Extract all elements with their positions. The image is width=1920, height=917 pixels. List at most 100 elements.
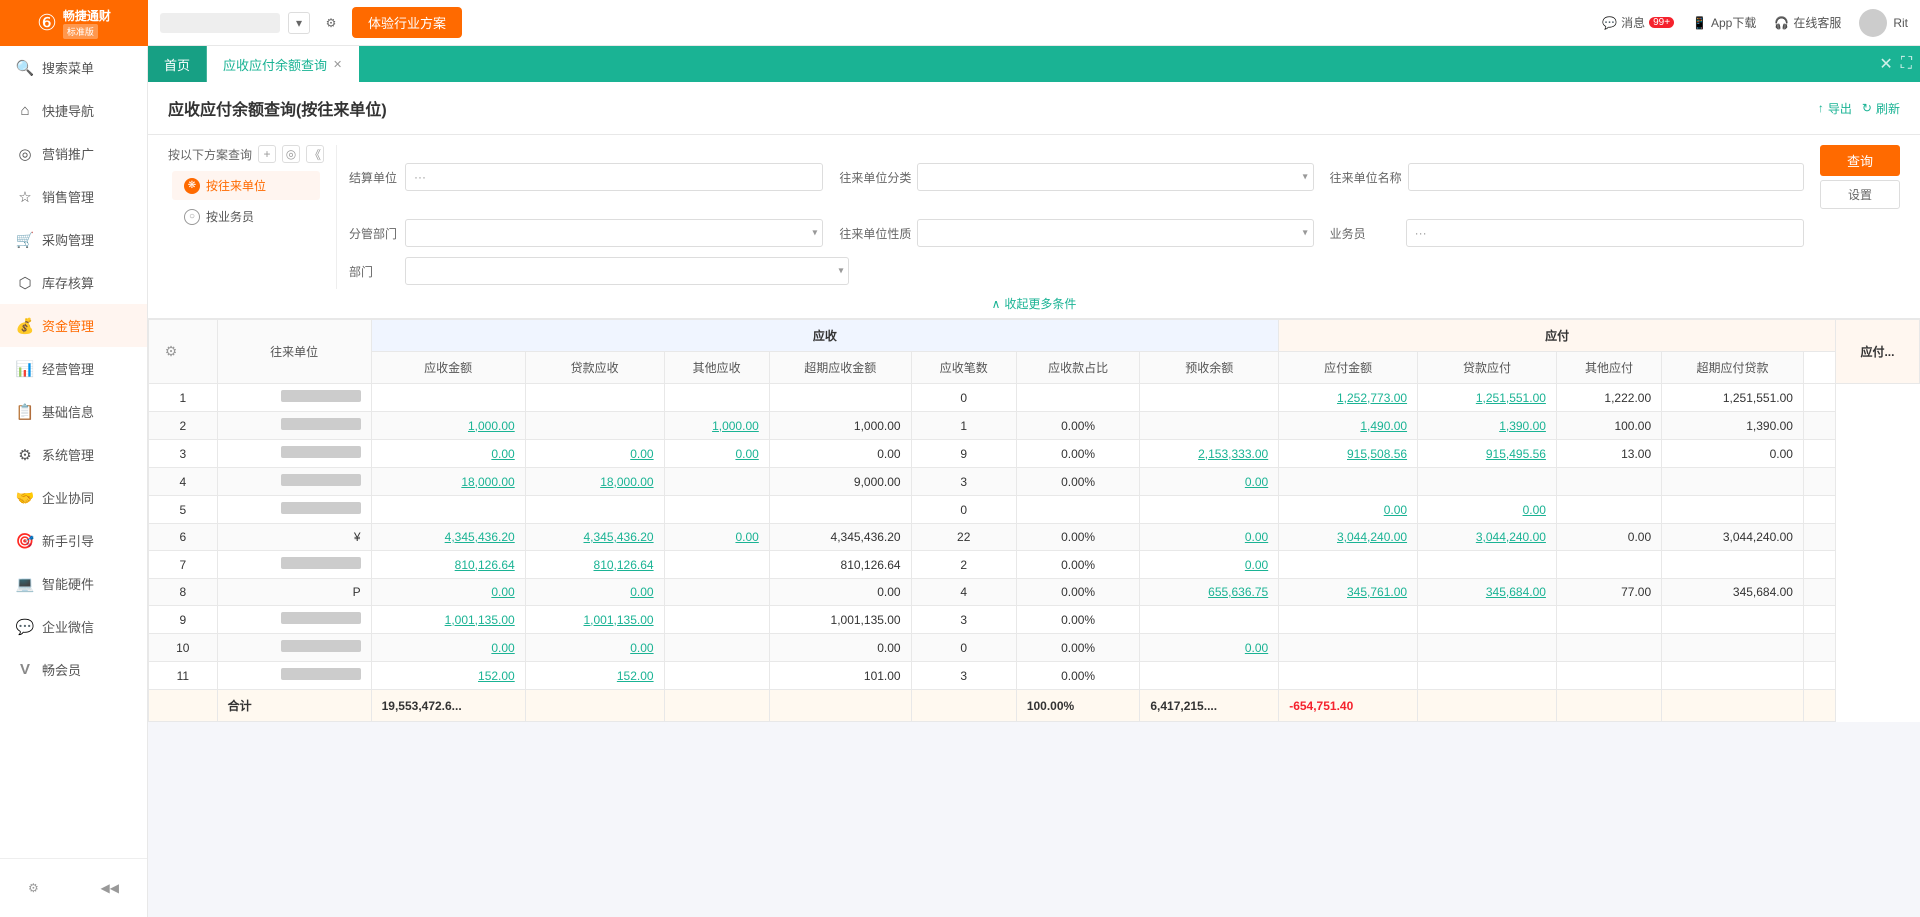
sidebar-item-finance[interactable]: 💰 资金管理: [0, 304, 147, 347]
sidebar-label-guide: 新手引导: [42, 531, 94, 550]
trial-btn[interactable]: 体验行业方案: [352, 7, 462, 38]
department-wrapper: ▾: [405, 257, 849, 285]
tab-close-icon[interactable]: ✕: [333, 58, 342, 71]
transaction-name-label: 往来单位名称: [1330, 169, 1402, 186]
sidebar-item-sales[interactable]: ☆ 销售管理: [0, 175, 147, 218]
tab-home[interactable]: 首页: [148, 46, 207, 82]
footer-recv-other: [664, 690, 769, 722]
settlement-unit-input[interactable]: ···: [405, 163, 823, 191]
collapse-bar[interactable]: ∧ 收起更多条件: [168, 289, 1900, 314]
sidebar-item-marketing[interactable]: ◎ 营销推广: [0, 132, 147, 175]
page-actions: ↑ 导出 ↻ 刷新: [1818, 100, 1900, 131]
user-area[interactable]: Rit: [1859, 9, 1908, 37]
table-settings-icon[interactable]: ⚙: [159, 340, 183, 364]
collab-icon: 🤝: [16, 489, 34, 507]
col-payable-group-header: 应付: [1279, 320, 1836, 352]
partner-cell: [217, 496, 371, 524]
breadcrumb-dropdown[interactable]: ▾: [288, 12, 310, 34]
division-field: 分管部门 ▾: [349, 219, 823, 247]
setting-btn[interactable]: 设置: [1820, 180, 1900, 209]
edit-scheme-btn[interactable]: ◎: [282, 145, 300, 163]
table-footer-row: 合计 19,553,472.6... 100.00% 6,417,215....…: [149, 690, 1920, 722]
system-icon: ⚙: [16, 446, 34, 464]
col-partner-header: 往来单位: [217, 320, 371, 384]
transaction-name-input[interactable]: [1408, 163, 1804, 191]
sidebar-item-purchase[interactable]: 🛒 采购管理: [0, 218, 147, 261]
partner-cell: [217, 606, 371, 634]
collapse-icon: ∧: [992, 297, 1001, 311]
col-recv-loan: 贷款应收: [525, 352, 664, 384]
transaction-category-select[interactable]: [917, 163, 1313, 191]
col-recv-overdue: 超期应收金额: [769, 352, 911, 384]
more-scheme-btn[interactable]: 《: [306, 145, 324, 163]
tab-balance-query[interactable]: 应收应付余额查询 ✕: [207, 46, 359, 82]
guide-icon: 🎯: [16, 532, 34, 550]
sidebar-label-operation: 经营管理: [42, 359, 94, 378]
add-scheme-btn[interactable]: +: [258, 145, 276, 163]
salesperson-input[interactable]: ···: [1406, 219, 1804, 247]
division-select[interactable]: [405, 219, 823, 247]
table-row: 30.000.000.000.0090.00%2,153,333.00915,5…: [149, 440, 1920, 468]
tab-balance-query-label: 应收应付余额查询: [223, 55, 327, 74]
sidebar-item-operation[interactable]: 📊 经营管理: [0, 347, 147, 390]
message-btn[interactable]: 💬 消息 99+: [1602, 14, 1674, 31]
query-btn[interactable]: 查询: [1820, 145, 1900, 176]
division-label: 分管部门: [349, 225, 399, 242]
footer-prepaid: 6,417,215....: [1140, 690, 1279, 722]
transaction-nature-field: 往来单位性质 ▾: [839, 219, 1313, 247]
sidebar-collapse-btn[interactable]: ◀◀: [89, 869, 131, 907]
sidebar-item-member[interactable]: V 畅会员: [0, 648, 147, 691]
scheme-by-unit[interactable]: ❋ 按往来单位: [172, 171, 320, 200]
col-recv-ratio: 应收款占比: [1016, 352, 1140, 384]
message-icon: 💬: [1602, 16, 1617, 30]
sidebar-item-basic[interactable]: 📋 基础信息: [0, 390, 147, 433]
col-prepaid: 预收余额: [1140, 352, 1279, 384]
partner-cell: ¥: [217, 524, 371, 551]
scheme-by-staff[interactable]: ○ 按业务员: [172, 202, 320, 231]
page-content: 应收应付余额查询(按往来单位) ↑ 导出 ↻ 刷新: [148, 82, 1920, 917]
sidebar-label-marketing: 营销推广: [42, 144, 94, 163]
refresh-icon: ↻: [1862, 101, 1872, 115]
logo: ⑥ 畅捷通财 标准版: [0, 0, 148, 46]
sidebar-item-quicknav[interactable]: ⌂ 快捷导航: [0, 89, 147, 132]
footer-recv-loan: [525, 690, 664, 722]
salesperson-label: 业务员: [1330, 225, 1400, 242]
scheme-staff-label: 按业务员: [206, 208, 254, 225]
transaction-name-field: 往来单位名称: [1330, 163, 1804, 191]
sidebar-label-quicknav: 快捷导航: [42, 101, 94, 120]
table-row: 500.000.00: [149, 496, 1920, 524]
partner-cell: [217, 634, 371, 662]
sidebar-settings-btn[interactable]: ⚙: [16, 869, 51, 907]
sidebar-item-system[interactable]: ⚙ 系统管理: [0, 433, 147, 476]
service-icon: 🎧: [1774, 16, 1789, 30]
table-row: 7810,126.64810,126.64810,126.6420.00%0.0…: [149, 551, 1920, 579]
filter-area: 按以下方案查询 + ◎ 《 ❋ 按往来单位 ○ 按业务员: [148, 135, 1920, 319]
transaction-nature-label: 往来单位性质: [839, 225, 911, 242]
sidebar-item-search[interactable]: 🔍 搜索菜单: [0, 46, 147, 89]
refresh-btn[interactable]: ↻ 刷新: [1862, 100, 1900, 117]
col-settings-header[interactable]: ⚙: [149, 320, 218, 384]
col-recv-amount: 应收金额: [371, 352, 525, 384]
footer-pay-extra: [1803, 690, 1835, 722]
settings-gear-icon[interactable]: ⚙: [318, 10, 344, 36]
sidebar-item-hardware[interactable]: 💻 智能硬件: [0, 562, 147, 605]
department-label: 部门: [349, 263, 399, 280]
transaction-nature-select[interactable]: [917, 219, 1313, 247]
message-badge: 99+: [1649, 17, 1674, 28]
tab-bar: 首页 应收应付余额查询 ✕ ✕ ⛶: [148, 46, 1920, 82]
sidebar-item-collab[interactable]: 🤝 企业协同: [0, 476, 147, 519]
footer-recv-count: [911, 690, 1016, 722]
app-download-btn[interactable]: 📱 App下载: [1692, 14, 1756, 31]
online-service-btn[interactable]: 🎧 在线客服: [1774, 14, 1841, 31]
sidebar-item-guide[interactable]: 🎯 新手引导: [0, 519, 147, 562]
partner-cell: [217, 440, 371, 468]
sidebar-item-wechat[interactable]: 💬 企业微信: [0, 605, 147, 648]
table-wrapper[interactable]: ⚙ 往来单位 应收 应付 应付... 应收金额 贷款应收 其他应收: [148, 319, 1920, 722]
tab-fullscreen-icon[interactable]: ⛶: [1901, 55, 1912, 73]
tab-close-window-icon[interactable]: ✕: [1879, 54, 1892, 74]
export-btn[interactable]: ↑ 导出: [1818, 100, 1852, 117]
scheme-unit-label: 按往来单位: [206, 177, 266, 194]
sidebar-item-inventory[interactable]: ⬡ 库存核算: [0, 261, 147, 304]
department-select[interactable]: [405, 257, 849, 285]
operation-icon: 📊: [16, 360, 34, 378]
